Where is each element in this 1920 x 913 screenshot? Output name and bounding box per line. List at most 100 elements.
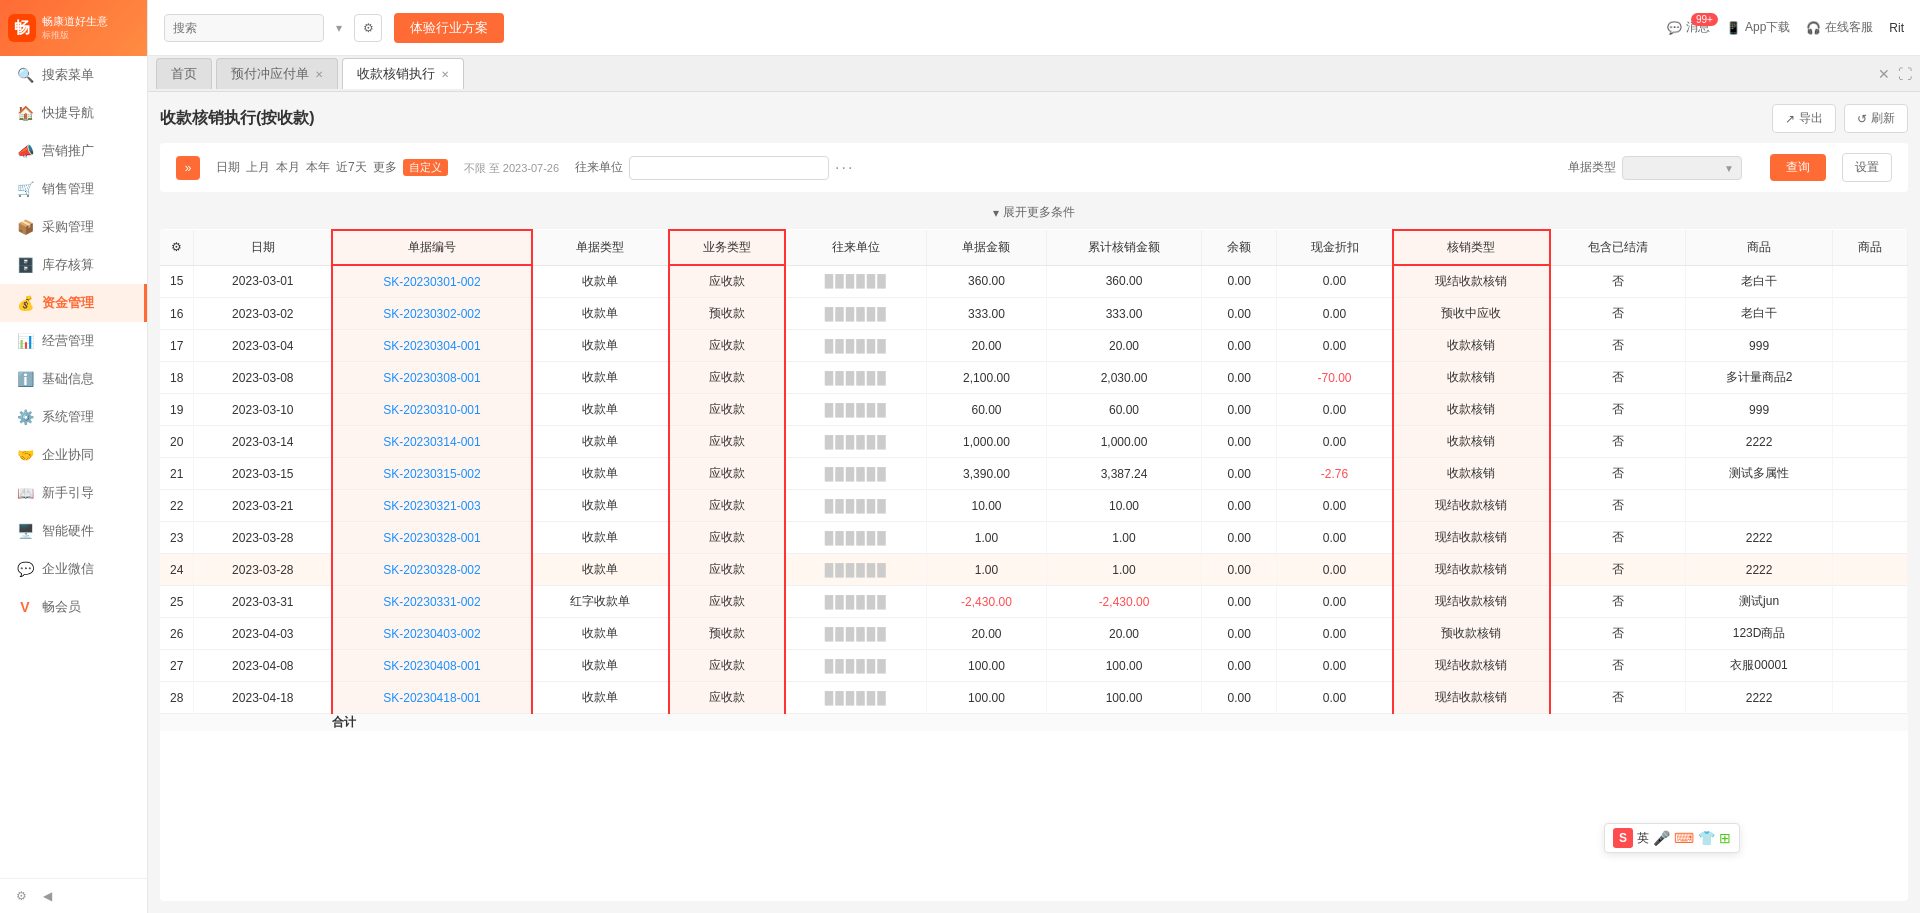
table-cell: -2,430.00 [1046, 586, 1201, 618]
sidebar-item-sales[interactable]: 🛒 销售管理 [0, 170, 147, 208]
user-name[interactable]: Rit [1889, 21, 1904, 35]
sidebar-menu: 🔍 搜索菜单 🏠 快捷导航 📣 营销推广 🛒 销售管理 📦 采购管理 🗄️ 库存… [0, 56, 147, 878]
sidebar-item-marketing[interactable]: 📣 营销推广 [0, 132, 147, 170]
sidebar-item-enterprise[interactable]: 🤝 企业协同 [0, 436, 147, 474]
refresh-button[interactable]: ↺ 刷新 [1844, 104, 1908, 133]
cancel-type-cell: 现结收款核销 [1393, 586, 1550, 618]
wechat-icon: 💬 [16, 561, 34, 577]
collapse-icon[interactable]: ◀ [43, 889, 52, 903]
tab-home[interactable]: 首页 [156, 58, 212, 89]
dropdown-arrow-icon[interactable]: ▾ [336, 21, 342, 35]
settings-gear-btn[interactable]: ⚙ [354, 14, 382, 42]
table-cell: ██████ [785, 554, 926, 586]
date-last-month-link[interactable]: 上月 [246, 159, 270, 176]
date-7days-link[interactable]: 近7天 [336, 159, 367, 176]
mic-icon[interactable]: 🎤 [1653, 830, 1670, 846]
settings-button[interactable]: 设置 [1842, 153, 1892, 182]
voucher-no-cell[interactable]: SK-20230310-001 [332, 394, 531, 426]
table-cell: 26 [160, 618, 194, 650]
cancel-type-cell: 现结收款核销 [1393, 682, 1550, 714]
cancel-type-cell: 预收中应收 [1393, 298, 1550, 330]
customer-filter-label: 往来单位 [575, 159, 623, 176]
table-cell: 20.00 [927, 330, 1047, 362]
sidebar-item-hardware[interactable]: 🖥️ 智能硬件 [0, 512, 147, 550]
maximize-icon[interactable]: ⛶ [1898, 66, 1912, 82]
online-service-button[interactable]: 🎧 在线客服 [1806, 19, 1873, 36]
sidebar-item-purchase[interactable]: 📦 采购管理 [0, 208, 147, 246]
app-download-button[interactable]: 📱 App下载 [1726, 19, 1790, 36]
sidebar-item-wechat[interactable]: 💬 企业微信 [0, 550, 147, 588]
table-cell: 23 [160, 522, 194, 554]
table-row: 252023-03-31SK-20230331-002红字收款单应收款█████… [160, 586, 1908, 618]
table-cell: 0.00 [1202, 682, 1277, 714]
customer-search-input[interactable] [629, 156, 829, 180]
table-scroll-area[interactable]: ⚙ 日期 单据编号 单据类型 业务类型 往来单位 单据金额 累计核销金额 余额 … [160, 229, 1908, 901]
voucher-no-cell[interactable]: SK-20230314-001 [332, 426, 531, 458]
table-cell: -2.76 [1277, 458, 1393, 490]
tab-prepay[interactable]: 预付冲应付单 ✕ [216, 58, 338, 89]
voucher-no-cell[interactable]: SK-20230408-001 [332, 650, 531, 682]
sidebar-item-guide[interactable]: 📖 新手引导 [0, 474, 147, 512]
biz-type-cell: 应收款 [669, 586, 786, 618]
footer-row: 合计 [160, 714, 1908, 732]
table-cell: 123D商品 [1686, 618, 1832, 650]
shirt-icon[interactable]: 👕 [1698, 830, 1715, 846]
filter-toggle-btn[interactable]: » [176, 156, 200, 180]
query-button[interactable]: 查询 [1770, 154, 1826, 181]
export-button[interactable]: ↗ 导出 [1772, 104, 1836, 133]
voucher-no-cell[interactable]: SK-20230328-002 [332, 554, 531, 586]
table-row: 262023-04-03SK-20230403-002收款单预收款██████2… [160, 618, 1908, 650]
footer-empty [532, 714, 1908, 732]
col-amount: 单据金额 [927, 230, 1047, 265]
col-gear[interactable]: ⚙ [160, 230, 194, 265]
close-tab-icon[interactable]: ✕ [1878, 66, 1890, 82]
date-custom-btn[interactable]: 自定义 [403, 159, 448, 176]
sidebar-item-finance[interactable]: 💰 资金管理 [0, 284, 147, 322]
sidebar-item-operations[interactable]: 📊 经营管理 [0, 322, 147, 360]
voucher-no-cell[interactable]: SK-20230315-002 [332, 458, 531, 490]
sidebar-item-basic[interactable]: ℹ️ 基础信息 [0, 360, 147, 398]
expand-conditions-btn[interactable]: ▾ 展开更多条件 [993, 204, 1075, 221]
voucher-no-cell[interactable]: SK-20230418-001 [332, 682, 531, 714]
sidebar-item-search[interactable]: 🔍 搜索菜单 [0, 56, 147, 94]
cancel-type-cell: 现结收款核销 [1393, 265, 1550, 298]
footer-label [160, 714, 332, 732]
message-icon: 💬 [1667, 21, 1682, 35]
table-cell: 20 [160, 426, 194, 458]
table-cell: 2023-03-10 [194, 394, 332, 426]
search-input[interactable] [164, 14, 324, 42]
table-header-row: ⚙ 日期 单据编号 单据类型 业务类型 往来单位 单据金额 累计核销金额 余额 … [160, 230, 1908, 265]
table-cell: ██████ [785, 682, 926, 714]
table-cell: ██████ [785, 586, 926, 618]
date-more-link[interactable]: 更多 [373, 159, 397, 176]
industry-solution-button[interactable]: 体验行业方案 [394, 13, 504, 43]
voucher-type-select[interactable] [1622, 156, 1742, 180]
table-cell: 25 [160, 586, 194, 618]
date-this-month-link[interactable]: 本月 [276, 159, 300, 176]
voucher-no-cell[interactable]: SK-20230331-002 [332, 586, 531, 618]
voucher-no-cell[interactable]: SK-20230301-002 [332, 265, 531, 298]
tab-prepay-close-icon[interactable]: ✕ [315, 69, 323, 80]
sidebar-item-member[interactable]: V 畅会员 [0, 588, 147, 626]
sidebar-item-system[interactable]: ⚙️ 系统管理 [0, 398, 147, 436]
settings-icon[interactable]: ⚙ [16, 889, 27, 903]
voucher-no-cell[interactable]: SK-20230304-001 [332, 330, 531, 362]
tab-collection-close-icon[interactable]: ✕ [441, 69, 449, 80]
messages-button[interactable]: 💬 消息 99+ [1667, 19, 1710, 36]
more-options-icon[interactable]: ··· [835, 159, 854, 177]
voucher-no-cell[interactable]: SK-20230302-002 [332, 298, 531, 330]
sidebar-item-quicknav[interactable]: 🏠 快捷导航 [0, 94, 147, 132]
cancel-type-cell: 收款核销 [1393, 330, 1550, 362]
sidebar-item-inventory[interactable]: 🗄️ 库存核算 [0, 246, 147, 284]
table-cell: ██████ [785, 330, 926, 362]
grid-icon[interactable]: ⊞ [1719, 830, 1731, 846]
voucher-no-cell[interactable]: SK-20230328-001 [332, 522, 531, 554]
voucher-no-cell[interactable]: SK-20230321-003 [332, 490, 531, 522]
tab-collection[interactable]: 收款核销执行 ✕ [342, 58, 464, 89]
table-cell: 3,387.24 [1046, 458, 1201, 490]
keyboard-icon[interactable]: ⌨ [1674, 830, 1694, 846]
table-cell: ██████ [785, 298, 926, 330]
voucher-no-cell[interactable]: SK-20230308-001 [332, 362, 531, 394]
date-this-year-link[interactable]: 本年 [306, 159, 330, 176]
voucher-no-cell[interactable]: SK-20230403-002 [332, 618, 531, 650]
